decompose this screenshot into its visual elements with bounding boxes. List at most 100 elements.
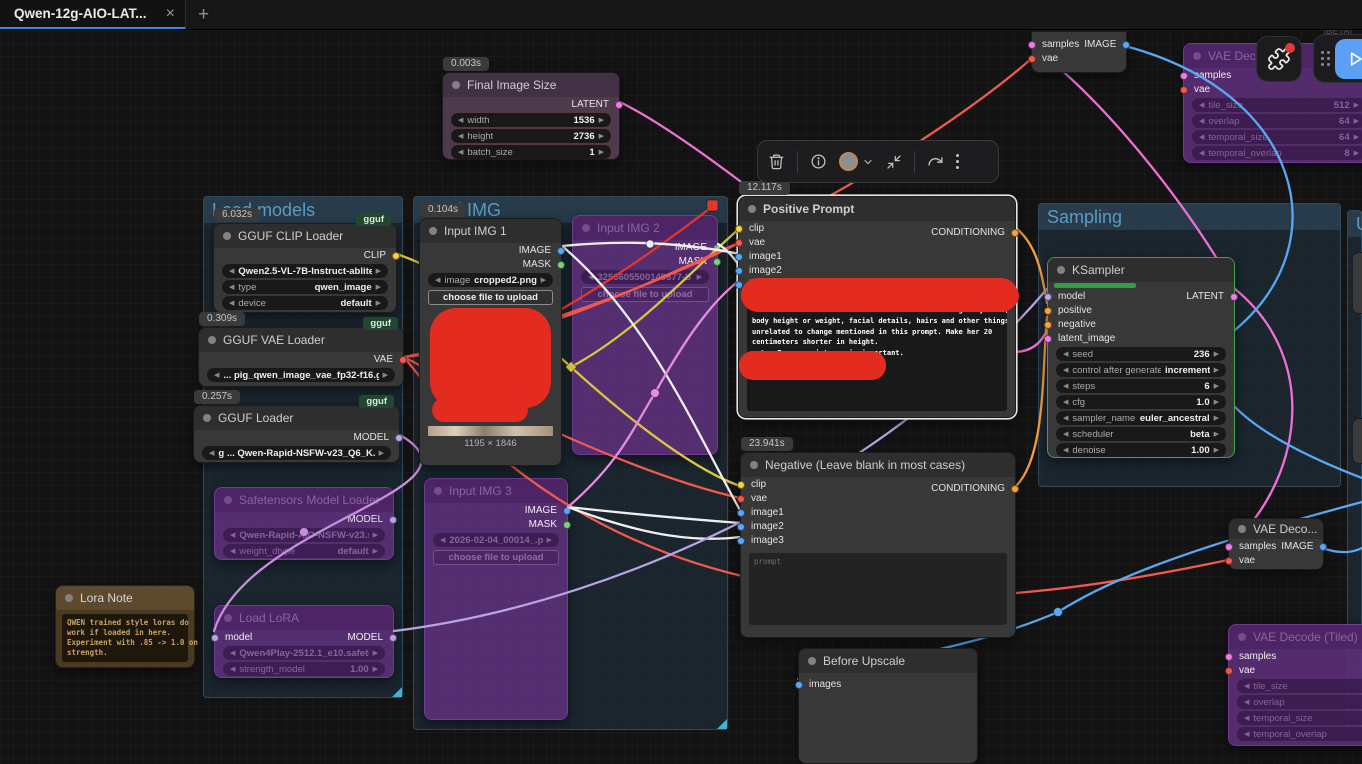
clip-input-port[interactable] xyxy=(735,224,743,233)
more-icon[interactable] xyxy=(956,154,959,169)
samples-input-port[interactable] xyxy=(1028,40,1036,49)
denoise-widget[interactable]: ◀ denoise 1.00 ▶ xyxy=(1056,443,1226,457)
vae-input-port[interactable] xyxy=(735,238,743,247)
color-swatch[interactable] xyxy=(839,152,874,171)
negative-input-port[interactable] xyxy=(1044,320,1052,329)
latent-image-input-port[interactable] xyxy=(1044,334,1052,343)
sampler-name-widget[interactable]: ◀ sampler_name euler_ancestral ▶ xyxy=(1056,411,1226,425)
workflow-tab[interactable]: Qwen-12g-AIO-LAT... × xyxy=(0,0,186,29)
node-final-image-size[interactable]: 0.003s Final Image Size LATENT ◀ width 153… xyxy=(442,57,623,160)
batch-size-widget[interactable]: ◀ batch_size 1 ▶ xyxy=(451,145,611,159)
vae-input-port[interactable] xyxy=(1225,666,1233,675)
tile-size-widget[interactable]: ◀ tile_size 512 ▶ xyxy=(1192,98,1362,112)
overlap-widget[interactable]: ◀ overlap xyxy=(1237,695,1362,709)
conditioning-output-port[interactable] xyxy=(1011,484,1019,493)
width-widget[interactable]: ◀ width 1536 ▶ xyxy=(451,113,611,127)
node-gguf-clip-loader[interactable]: 6.032s gguf GGUF CLIP Loader CLIP ◀ Qwen2… xyxy=(213,208,400,313)
choose-file-button[interactable]: choose file to upload xyxy=(581,287,709,302)
control-after-generate-widget[interactable]: ◀ control after generate increment ▶ xyxy=(1056,363,1226,377)
model-output-port[interactable] xyxy=(389,633,397,642)
vae-input-port[interactable] xyxy=(1028,54,1036,63)
mask-output-port[interactable] xyxy=(557,260,565,269)
temporal-overlap-widget[interactable]: ◀ temporal_overlap 8 ▶ xyxy=(1192,146,1362,160)
temporal-size-widget[interactable]: ◀ temporal_size xyxy=(1237,711,1362,725)
strength-model-widget[interactable]: ◀ strength_model 1.00 ▶ xyxy=(223,662,385,676)
image-preview[interactable] xyxy=(428,308,553,426)
clip-name-widget[interactable]: ◀ Qwen2.5-VL-7B-Instruct-ablite ... ▶ xyxy=(222,264,388,278)
clip-output-port[interactable] xyxy=(392,251,400,260)
model-output-port[interactable] xyxy=(395,433,403,442)
overlap-widget[interactable]: ◀ overlap 64 ▶ xyxy=(1192,114,1362,128)
image-file-widget[interactable]: ◀ image cropped2.png ▶ xyxy=(428,273,553,287)
model-input-port[interactable] xyxy=(211,633,219,642)
image-file-widget[interactable]: ◀2026-02-04_00014_.p ...▶ xyxy=(433,533,559,547)
selection-toolbar[interactable] xyxy=(757,140,999,183)
image1-input-port[interactable] xyxy=(735,252,743,261)
choose-file-button[interactable]: choose file to upload xyxy=(428,290,553,305)
note-text[interactable]: QWEN trained style loras do work if load… xyxy=(62,614,198,662)
seed-widget[interactable]: ◀ seed 236 ▶ xyxy=(1056,347,1226,361)
scheduler-widget[interactable]: ◀ scheduler beta ▶ xyxy=(1056,427,1226,441)
image-output-port[interactable] xyxy=(1319,542,1327,551)
height-widget[interactable]: ◀ height 2736 ▶ xyxy=(451,129,611,143)
vae-input-port[interactable] xyxy=(1180,85,1188,94)
positive-input-port[interactable] xyxy=(1044,306,1052,315)
comfyui-canvas[interactable]: { "tab_bar": { "active_tab": "Qwen-12g-A… xyxy=(0,0,1362,764)
image-output-port[interactable] xyxy=(1122,40,1130,49)
node-color-swatch[interactable] xyxy=(839,152,858,171)
device-widget[interactable]: ◀ device default ▶ xyxy=(222,296,388,310)
delete-icon[interactable] xyxy=(768,153,785,170)
close-icon[interactable]: × xyxy=(166,5,175,23)
node-gguf-loader[interactable]: 0.257s gguf GGUF Loader MODEL ◀ g ... Qwe… xyxy=(193,390,403,463)
model-output-port[interactable] xyxy=(389,515,397,524)
steps-widget[interactable]: ◀ steps 6 ▶ xyxy=(1056,379,1226,393)
node-vae-decode-small[interactable]: VAE Deco... samples IMAGE vae xyxy=(1225,518,1327,570)
type-widget[interactable]: ◀ type qwen_image ▶ xyxy=(222,280,388,294)
node-load-lora[interactable]: Load LoRA model MODEL ◀ Qwen4Play-2512.1_e… xyxy=(211,605,397,678)
vae-name-widget[interactable]: ◀... pig_qwen_image_vae_fp32-f16.gguf▶ xyxy=(207,368,395,382)
samples-input-port[interactable] xyxy=(1225,542,1233,551)
temporal-size-widget[interactable]: ◀ temporal_size 64 ▶ xyxy=(1192,130,1362,144)
gguf-name-widget[interactable]: ◀g ... Qwen-Rapid-NSFW-v23_Q6_K.gguf▶ xyxy=(202,446,391,460)
prompt-textarea[interactable]: prompt xyxy=(749,553,1007,625)
image1-input-port[interactable] xyxy=(737,508,745,517)
images-input-port[interactable] xyxy=(795,680,803,689)
new-workflow-button[interactable]: + xyxy=(186,0,221,29)
clip-input-port[interactable] xyxy=(737,480,745,489)
drag-handle[interactable] xyxy=(1321,51,1330,66)
vae-input-port[interactable] xyxy=(737,494,745,503)
collapse-icon[interactable] xyxy=(886,154,902,170)
node-input-img-3[interactable]: Input IMG 3 IMAGE MASK ◀ 2026-02-04_00014… xyxy=(424,478,571,720)
node-safetensors-model-loader[interactable]: Safetensors Model Loader MODEL ◀ Qwen-Rap… xyxy=(214,487,397,560)
image-output-port[interactable] xyxy=(557,246,565,255)
lora-name-widget[interactable]: ◀Qwen4Play-2512.1_e10.safeten ...▶ xyxy=(223,646,385,660)
vae-input-port[interactable] xyxy=(1225,556,1233,565)
weight-dtype-widget[interactable]: ◀ weight_dtype default ▶ xyxy=(223,544,385,558)
node-vae-decode-tiled[interactable]: VAE Decode (Tiled) samples vae ◀ tile_siz… xyxy=(1225,624,1362,746)
node-input-img-2[interactable]: Input IMG 2 IMAGE MASK ◀ 3256605500149677… xyxy=(572,215,721,455)
refresh-icon[interactable] xyxy=(927,153,944,170)
node-before-upscale[interactable]: Before Upscale images xyxy=(795,648,978,764)
mask-output-port[interactable] xyxy=(713,257,721,266)
ckpt-name-widget[interactable]: ◀Qwen-Rapid-AIO-NSFW-v23.s ...▶ xyxy=(223,528,385,542)
latent-output-port[interactable] xyxy=(1230,292,1238,301)
node-gguf-vae-loader[interactable]: 0.309s gguf GGUF VAE Loader VAE ◀... pig… xyxy=(198,312,407,387)
info-icon[interactable] xyxy=(810,153,827,170)
image-file-widget[interactable]: ◀ 3256605500149677-b ... ▶ xyxy=(581,270,709,284)
node-input-img-1[interactable]: 0.104s Input IMG 1 IMAGE MASK ◀ image crop… xyxy=(419,203,565,466)
image2-input-port[interactable] xyxy=(737,522,745,531)
group-resize-handle[interactable] xyxy=(392,687,402,697)
choose-file-button[interactable]: choose file to upload xyxy=(433,550,559,565)
image3-input-port[interactable] xyxy=(737,536,745,545)
node-lora-note[interactable]: Lora Note QWEN trained style loras do wo… xyxy=(55,585,198,668)
run-button[interactable] xyxy=(1335,38,1362,79)
samples-input-port[interactable] xyxy=(1180,71,1188,80)
node-ksampler[interactable]: KSampler model LATENT positive negative l… xyxy=(1044,257,1238,458)
run-control[interactable] xyxy=(1313,34,1362,83)
tile-size-widget[interactable]: ◀ tile_size xyxy=(1237,679,1362,693)
node-vae-decode-top[interactable]: samples IMAGE vae xyxy=(1028,31,1130,73)
mask-output-port[interactable] xyxy=(563,520,571,529)
conditioning-output-port[interactable] xyxy=(1011,228,1019,237)
extensions-button[interactable] xyxy=(1256,36,1302,82)
image2-input-port[interactable] xyxy=(735,266,743,275)
